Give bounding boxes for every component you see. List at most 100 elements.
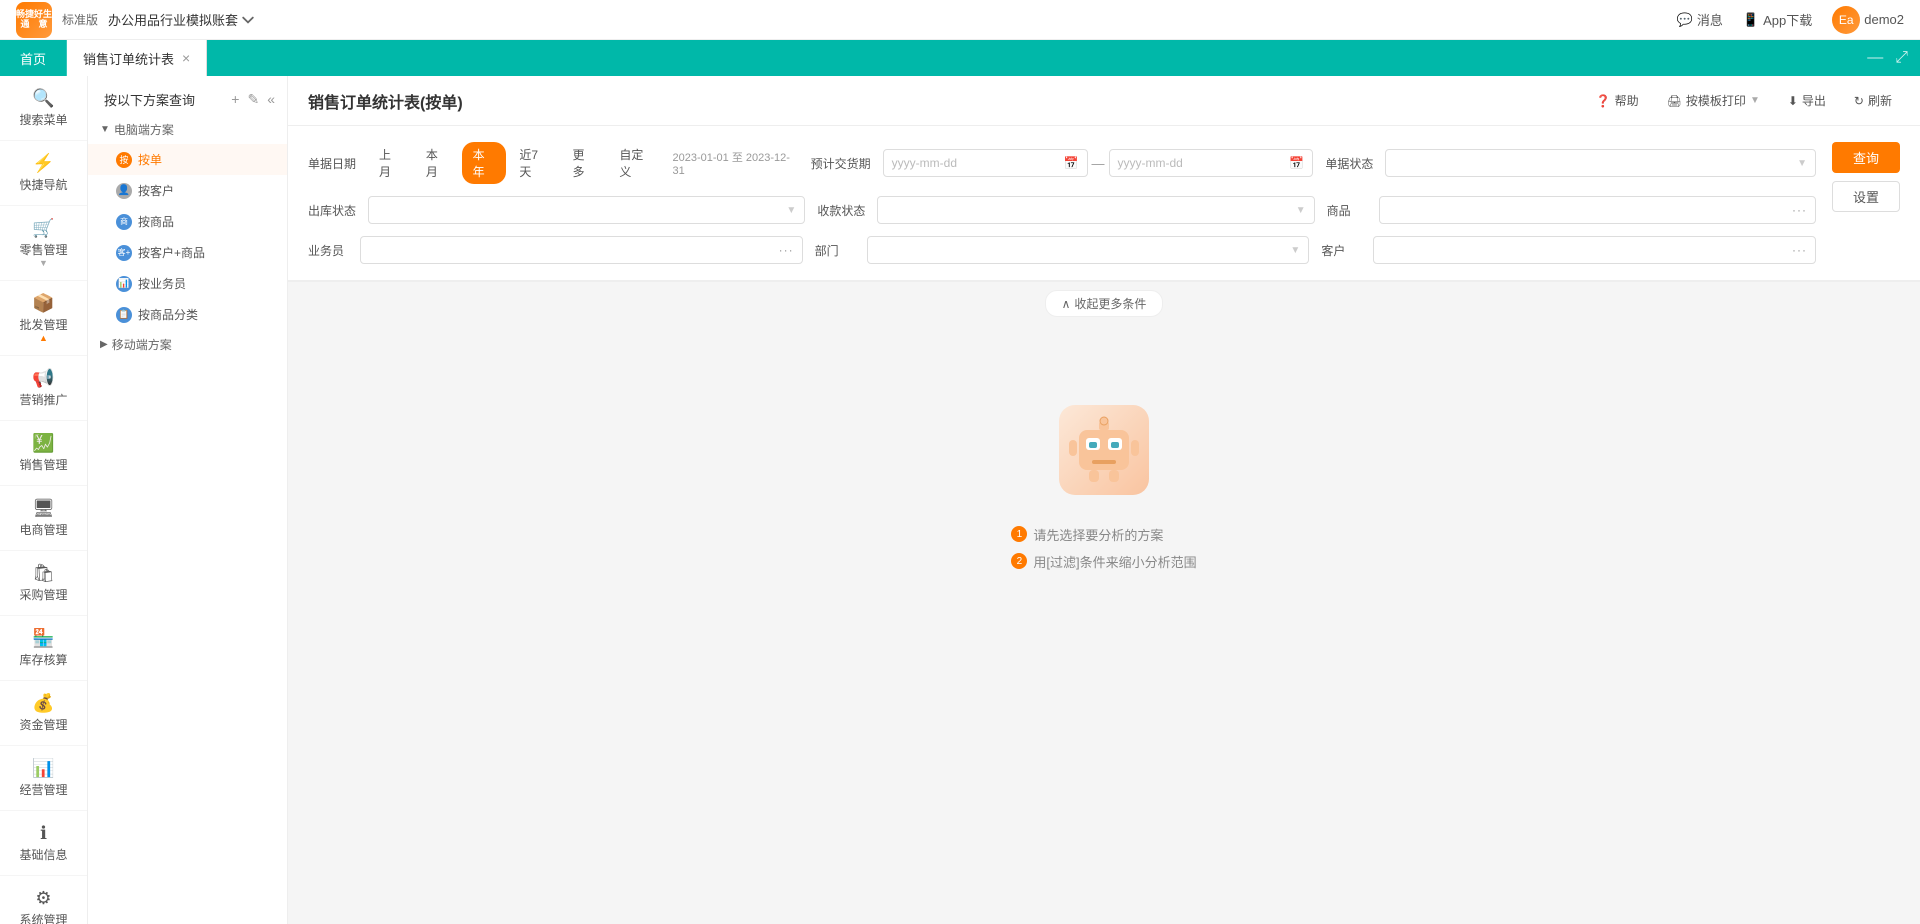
topbar-right: 💬 消息 📱 App下载 Ea demo2 xyxy=(1677,6,1904,34)
quick-nav-icon: ⚡ xyxy=(8,153,79,174)
scheme-icon-category: 📋 xyxy=(116,307,132,323)
department-label: 部门 xyxy=(815,242,855,259)
scheme-item-by-customer-goods[interactable]: 客+ 按客户+商品 xyxy=(88,237,287,268)
account-name: 办公用品行业模拟账套 xyxy=(108,10,238,29)
department-select[interactable]: ▼ xyxy=(867,236,1310,264)
query-button[interactable]: 查询 xyxy=(1832,142,1900,173)
date-btn-7days[interactable]: 近7天 xyxy=(508,142,559,184)
date-btn-more[interactable]: 更多 xyxy=(562,142,607,184)
customer-more-icon: ··· xyxy=(1792,243,1807,257)
scheme-item-by-category[interactable]: 📋 按商品分类 xyxy=(88,299,287,330)
scheme-group-mobile-label: 移动端方案 xyxy=(112,336,172,353)
account-dropdown[interactable]: 办公用品行业模拟账套 xyxy=(108,10,254,29)
wholesale-icon: 📦 xyxy=(8,293,79,314)
scheme-item-by-goods[interactable]: 商 按商品 xyxy=(88,206,287,237)
scheme-group-mobile[interactable]: ▶ 移动端方案 xyxy=(88,330,287,359)
department-dropdown-icon: ▼ xyxy=(1290,245,1300,256)
sidebar-item-sales[interactable]: 💹 销售管理 xyxy=(0,421,87,486)
page-title: 销售订单统计表(按单) xyxy=(308,89,463,113)
status-select[interactable]: ▼ xyxy=(1385,149,1816,177)
marketing-icon: 📢 xyxy=(8,368,79,389)
payment-dropdown-icon: ▼ xyxy=(1296,205,1306,216)
user-menu[interactable]: Ea demo2 xyxy=(1832,6,1904,34)
page-header-actions: ❓ 帮助 🖨 按模板打印 ▼ ⬇ 导出 ↻ 刷新 xyxy=(1588,88,1900,113)
date-btn-custom[interactable]: 自定义 xyxy=(608,142,664,184)
customer-picker[interactable]: ··· xyxy=(1373,236,1816,264)
sidebar-item-quick-nav[interactable]: ⚡ 快捷导航 xyxy=(0,141,87,206)
maximize-icon[interactable]: ⤢ xyxy=(1895,49,1908,67)
scheme-icon-salesman: 📊 xyxy=(116,276,132,292)
scheme-icon-customer: 👤 xyxy=(116,183,132,199)
sidebar-item-system[interactable]: ⚙ 系统管理 xyxy=(0,876,87,924)
status-dropdown-icon: ▼ xyxy=(1797,158,1807,169)
scheme-icon-goods: 商 xyxy=(116,214,132,230)
content-area: 按以下方案查询 + ✎ « ▼ 电脑端方案 按 按单 👤 按客户 商 xyxy=(88,76,1920,924)
sidebar-item-ecommerce[interactable]: 🖥 电商管理 xyxy=(0,486,87,551)
goods-picker[interactable]: ··· xyxy=(1379,196,1816,224)
goods-more-icon: ··· xyxy=(1792,203,1807,217)
date-btn-last-month[interactable]: 上月 xyxy=(368,142,413,184)
minimize-icon[interactable]: — xyxy=(1867,49,1883,67)
date-btn-this-year[interactable]: 本年 xyxy=(462,142,507,184)
scheme-item-by-customer[interactable]: 👤 按客户 xyxy=(88,175,287,206)
delivery-end-input[interactable]: yyyy-mm-dd 📅 xyxy=(1109,149,1314,177)
print-btn[interactable]: 🖨 按模板打印 ▼ xyxy=(1659,88,1768,113)
sidebar-item-marketing[interactable]: 📢 营销推广 xyxy=(0,356,87,421)
sidebar-item-operation[interactable]: 📊 经营管理 xyxy=(0,746,87,811)
app-download-btn[interactable]: 📱 App下载 xyxy=(1743,10,1812,29)
scheme-panel-title: 按以下方案查询 xyxy=(104,90,195,109)
sidebar-item-search[interactable]: 🔍 搜索菜单 xyxy=(0,76,87,141)
sidebar-item-retail[interactable]: 🛒 零售管理 ▼ xyxy=(0,206,87,281)
tab-sales-stat[interactable]: 销售订单统计表 × xyxy=(67,40,207,76)
message-label: 消息 xyxy=(1697,10,1723,29)
scheme-group-pc[interactable]: ▼ 电脑端方案 xyxy=(88,115,287,144)
empty-hints: 1 请先选择要分析的方案 2 用[过滤]条件来缩小分析范围 xyxy=(1011,525,1196,579)
filter-row-1: 单据日期 上月 本月 本年 近7天 更多 自定义 20 xyxy=(308,142,1816,184)
payment-select[interactable]: ▼ xyxy=(877,196,1314,224)
user-name: demo2 xyxy=(1864,12,1904,27)
sidebar-item-inventory[interactable]: 🏪 库存核算 xyxy=(0,616,87,681)
message-btn[interactable]: 💬 消息 xyxy=(1677,10,1723,29)
collapse-more-btn[interactable]: ∧ 收起更多条件 xyxy=(1045,290,1164,317)
salesman-picker[interactable]: ··· xyxy=(360,236,803,264)
tab-label: 销售订单统计表 xyxy=(83,49,174,68)
shipment-label: 出库状态 xyxy=(308,202,356,219)
group-collapsed-arrow-icon: ▶ xyxy=(100,339,108,350)
customer-label: 客户 xyxy=(1321,242,1361,259)
refresh-btn[interactable]: ↻ 刷新 xyxy=(1846,88,1900,113)
scheme-item-by-salesman[interactable]: 📊 按业务员 xyxy=(88,268,287,299)
date-shortcuts: 上月 本月 本年 近7天 更多 自定义 xyxy=(368,142,665,184)
delivery-label: 预计交货期 xyxy=(811,155,871,172)
filter-actions: 查询 设置 xyxy=(1816,142,1900,212)
download-label: App下载 xyxy=(1763,10,1812,29)
sidebar-item-finance[interactable]: 💰 资金管理 xyxy=(0,681,87,746)
tab-spacer xyxy=(207,40,1855,76)
scheme-item-by-order[interactable]: 按 按单 xyxy=(88,144,287,175)
help-icon: ❓ xyxy=(1596,94,1611,108)
date-btn-this-month[interactable]: 本月 xyxy=(415,142,460,184)
main-content: 销售订单统计表(按单) ❓ 帮助 🖨 按模板打印 ▼ ⬇ 导出 xyxy=(288,76,1920,924)
filter-row-2: 出库状态 ▼ 收款状态 ▼ 商品 xyxy=(308,196,1816,224)
tab-home[interactable]: 首页 xyxy=(0,40,67,76)
page-header: 销售订单统计表(按单) ❓ 帮助 🖨 按模板打印 ▼ ⬇ 导出 xyxy=(288,76,1920,126)
tab-close-icon[interactable]: × xyxy=(182,50,190,66)
help-btn[interactable]: ❓ 帮助 xyxy=(1588,88,1647,113)
shipment-dropdown-icon: ▼ xyxy=(786,205,796,216)
hint-item-2: 2 用[过滤]条件来缩小分析范围 xyxy=(1011,552,1196,571)
sidebar-item-purchase[interactable]: 🛍 采购管理 xyxy=(0,551,87,616)
topbar-left: 畅捷通 好生意 标准版 办公用品行业模拟账套 xyxy=(16,2,254,38)
sidebar-item-wholesale[interactable]: 📦 批发管理 ▲ xyxy=(0,281,87,356)
delivery-start-input[interactable]: yyyy-mm-dd 📅 xyxy=(883,149,1088,177)
shipment-select[interactable]: ▼ xyxy=(368,196,805,224)
purchase-icon: 🛍 xyxy=(8,563,79,584)
scheme-edit-btn[interactable]: ✎ xyxy=(247,91,259,108)
finance-icon: 💰 xyxy=(8,693,79,714)
scheme-collapse-btn[interactable]: « xyxy=(267,91,275,108)
settings-button[interactable]: 设置 xyxy=(1832,181,1900,212)
date-label: 单据日期 xyxy=(308,155,356,172)
export-icon: ⬇ xyxy=(1788,94,1798,108)
refresh-icon: ↻ xyxy=(1854,94,1864,108)
scheme-add-btn[interactable]: + xyxy=(231,91,239,108)
sidebar-item-basic[interactable]: ℹ 基础信息 xyxy=(0,811,87,876)
export-btn[interactable]: ⬇ 导出 xyxy=(1780,88,1834,113)
